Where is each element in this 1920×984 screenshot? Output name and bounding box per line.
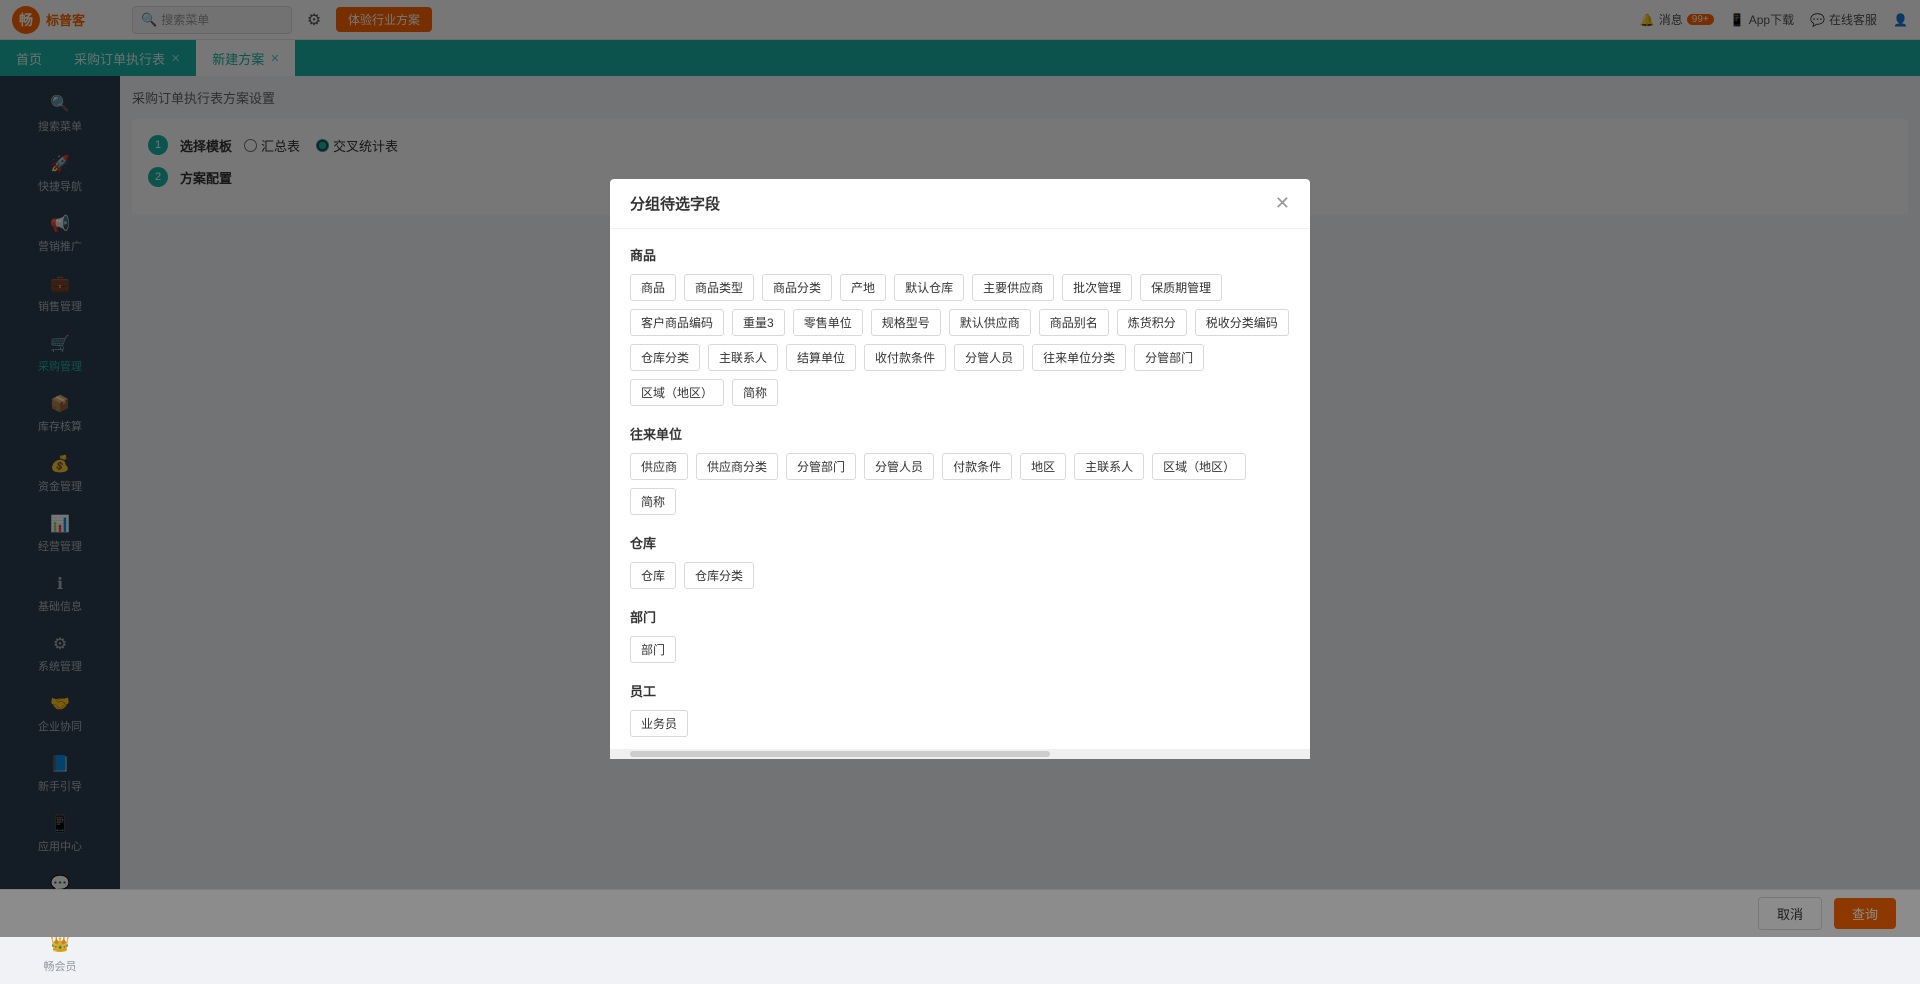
section-employee-tags: 业务员 [630, 710, 1290, 737]
modal-close-button[interactable]: ✕ [1275, 194, 1290, 212]
field-tag[interactable]: 业务员 [630, 710, 688, 737]
section-employee-title: 员工 [630, 681, 1290, 700]
field-tag[interactable]: 区域（地区） [1152, 453, 1246, 480]
section-goods-title: 商品 [630, 245, 1290, 264]
field-tag[interactable]: 商品分类 [762, 274, 832, 301]
field-tag[interactable]: 产地 [840, 274, 886, 301]
section-goods-tags: 商品 商品类型 商品分类 产地 默认仓库 主要供应商 批次管理 保质期管理 客户… [630, 274, 1290, 406]
field-tag[interactable]: 简称 [732, 379, 778, 406]
field-tag[interactable]: 部门 [630, 636, 676, 663]
modal-horizontal-scrollbar[interactable] [610, 749, 1310, 758]
modal-header: 分组待选字段 ✕ [610, 179, 1310, 229]
hscroll-thumb [630, 751, 1050, 757]
field-tag[interactable]: 商品类型 [684, 274, 754, 301]
modal-title: 分组待选字段 [630, 193, 720, 214]
section-partner-tags: 供应商 供应商分类 分管部门 分管人员 付款条件 地区 主联系人 区域（地区） … [630, 453, 1290, 515]
field-tag[interactable]: 地区 [1020, 453, 1066, 480]
field-tag[interactable]: 付款条件 [942, 453, 1012, 480]
section-department-title: 部门 [630, 607, 1290, 626]
field-tag[interactable]: 分管部门 [786, 453, 856, 480]
modal-body: 商品 商品 商品类型 商品分类 产地 默认仓库 主要供应商 批次管理 保质期管理… [610, 229, 1310, 750]
field-tag[interactable]: 分管人员 [864, 453, 934, 480]
section-partner-title: 往来单位 [630, 424, 1290, 443]
field-tag[interactable]: 税收分类编码 [1195, 309, 1289, 336]
field-tag[interactable]: 往来单位分类 [1032, 344, 1126, 371]
field-tag[interactable]: 分管部门 [1134, 344, 1204, 371]
field-tag[interactable]: 结算单位 [786, 344, 856, 371]
field-tag[interactable]: 区域（地区） [630, 379, 724, 406]
field-tag[interactable]: 规格型号 [871, 309, 941, 336]
field-tag[interactable]: 重量3 [732, 309, 785, 336]
field-tag[interactable]: 主联系人 [708, 344, 778, 371]
field-tag[interactable]: 收付款条件 [864, 344, 946, 371]
field-tag[interactable]: 商品 [630, 274, 676, 301]
field-tag[interactable]: 零售单位 [793, 309, 863, 336]
field-tag[interactable]: 主联系人 [1074, 453, 1144, 480]
section-employee: 员工 业务员 [630, 681, 1290, 737]
sidebar-item-label: 畅会员 [44, 958, 77, 974]
section-warehouse-tags: 仓库 仓库分类 [630, 562, 1290, 589]
member-icon: 👑 [50, 934, 70, 954]
section-department: 部门 部门 [630, 607, 1290, 663]
field-tag[interactable]: 分管人员 [954, 344, 1024, 371]
field-select-modal: 分组待选字段 ✕ 商品 商品 商品类型 商品分类 产地 默认仓库 主要供应商 批… [610, 179, 1310, 759]
field-tag[interactable]: 默认供应商 [949, 309, 1031, 336]
section-warehouse: 仓库 仓库 仓库分类 [630, 533, 1290, 589]
section-partner: 往来单位 供应商 供应商分类 分管部门 分管人员 付款条件 地区 主联系人 区域… [630, 424, 1290, 515]
field-tag[interactable]: 简称 [630, 488, 676, 515]
field-tag[interactable]: 默认仓库 [894, 274, 964, 301]
field-tag[interactable]: 供应商分类 [696, 453, 778, 480]
field-tag[interactable]: 保质期管理 [1140, 274, 1222, 301]
field-tag[interactable]: 供应商 [630, 453, 688, 480]
field-tag[interactable]: 主要供应商 [972, 274, 1054, 301]
field-tag[interactable]: 仓库分类 [630, 344, 700, 371]
field-tag[interactable]: 商品别名 [1039, 309, 1109, 336]
field-tag[interactable]: 仓库分类 [684, 562, 754, 589]
field-tag[interactable]: 批次管理 [1062, 274, 1132, 301]
field-tag[interactable]: 仓库 [630, 562, 676, 589]
field-tag[interactable]: 炼货积分 [1117, 309, 1187, 336]
field-tag[interactable]: 客户商品编码 [630, 309, 724, 336]
section-department-tags: 部门 [630, 636, 1290, 663]
section-warehouse-title: 仓库 [630, 533, 1290, 552]
section-goods: 商品 商品 商品类型 商品分类 产地 默认仓库 主要供应商 批次管理 保质期管理… [630, 245, 1290, 406]
